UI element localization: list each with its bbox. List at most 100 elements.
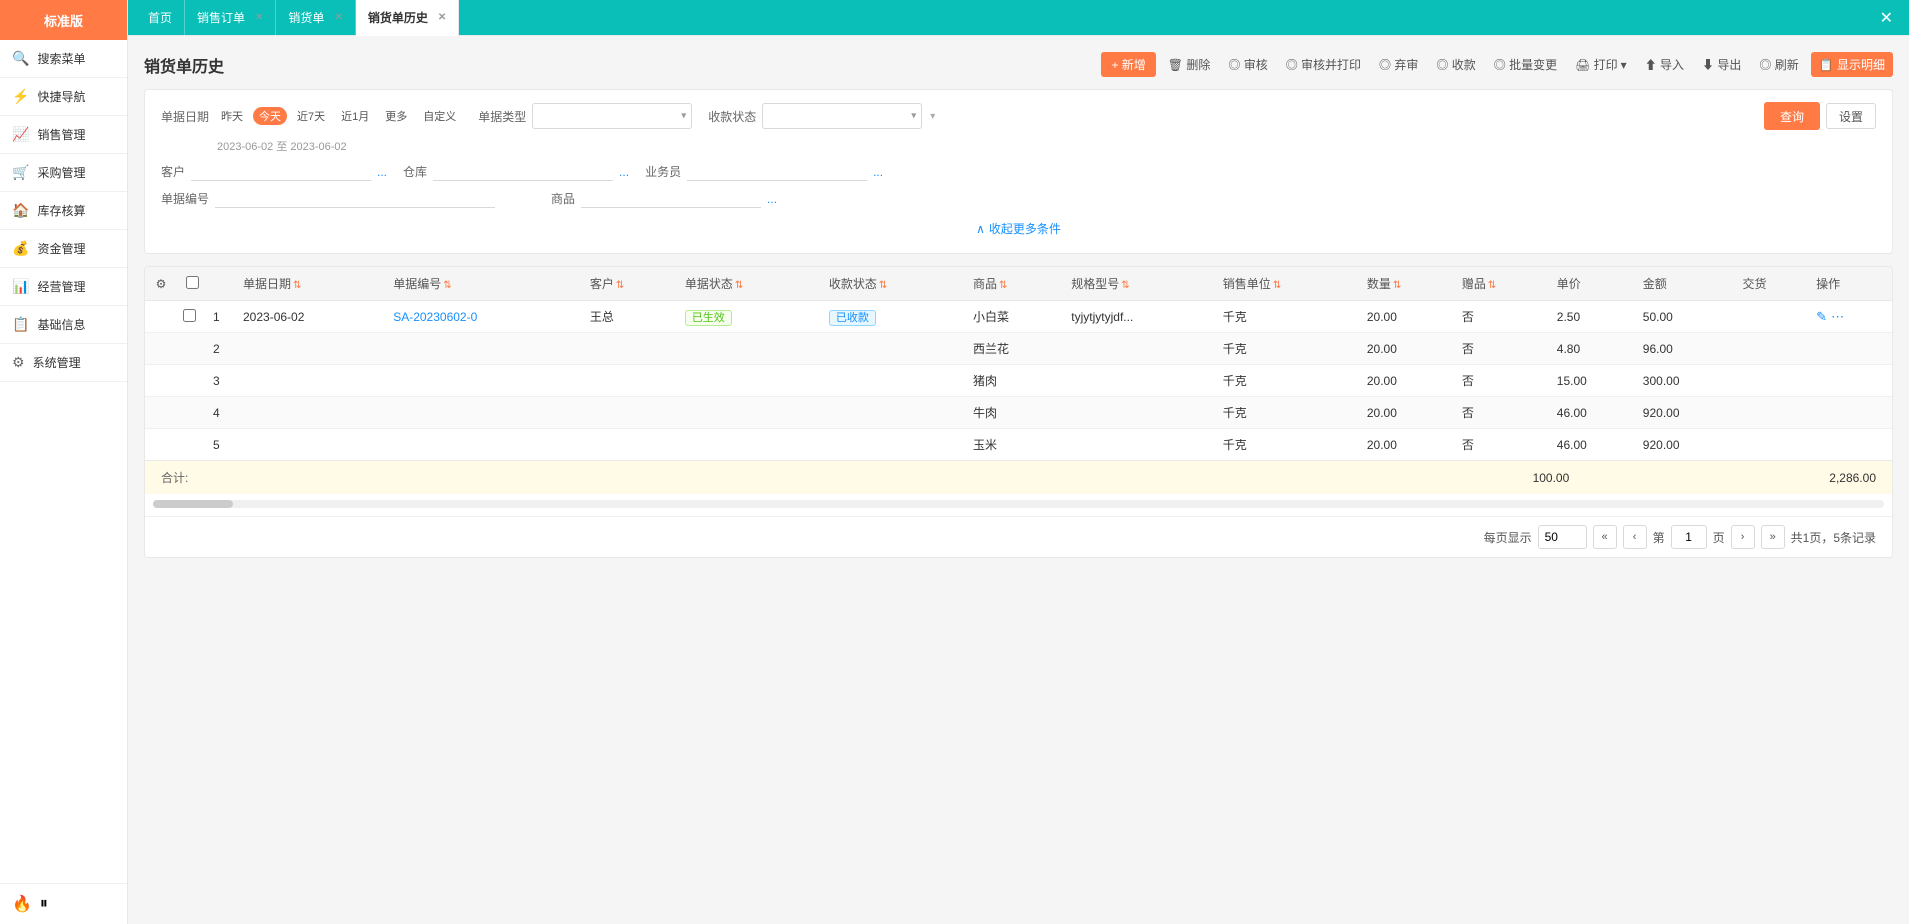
th-doc-status[interactable]: 单据状态⇅ bbox=[679, 267, 823, 301]
display-detail-button[interactable]: 📋 显示明细 bbox=[1811, 52, 1893, 77]
new-button[interactable]: + 新增 bbox=[1101, 52, 1155, 77]
close-all-tabs[interactable]: ✕ bbox=[1872, 8, 1901, 28]
first-page-button[interactable]: « bbox=[1593, 525, 1617, 549]
th-unit[interactable]: 销售单位⇅ bbox=[1217, 267, 1361, 301]
select-all-checkbox[interactable] bbox=[186, 276, 199, 289]
sidebar-item-search[interactable]: 🔍 搜索菜单 bbox=[0, 40, 127, 78]
sidebar-item-basic-info[interactable]: 📋 基础信息 bbox=[0, 306, 127, 344]
delete-button[interactable]: 🗑 删除 bbox=[1162, 53, 1217, 76]
review-print-button[interactable]: ◎ 审核并打印 bbox=[1280, 53, 1367, 76]
refresh-button[interactable]: ◎ 刷新 bbox=[1753, 53, 1804, 76]
th-collect-status[interactable]: 收款状态⇅ bbox=[823, 267, 967, 301]
cell-amount: 96.00 bbox=[1637, 333, 1737, 365]
filter-collect-status: 收款状态 ▾ bbox=[708, 103, 935, 129]
doc-num-link[interactable]: SA-20230602-0 bbox=[393, 310, 477, 324]
sidebar-item-sales[interactable]: 📈 销售管理 bbox=[0, 116, 127, 154]
cell-doc-num[interactable]: SA-20230602-0 bbox=[387, 301, 584, 333]
cell-action[interactable]: ✎⋯ bbox=[1810, 301, 1892, 333]
cell-check[interactable] bbox=[177, 333, 207, 365]
last-page-button[interactable]: » bbox=[1761, 525, 1785, 549]
collect-status-select[interactable] bbox=[762, 103, 922, 129]
doc-type-select[interactable] bbox=[532, 103, 692, 129]
sidebar-item-inventory[interactable]: 🏠 库存核算 bbox=[0, 192, 127, 230]
pause-icon[interactable]: ⏸ bbox=[40, 895, 48, 913]
sidebar: 标准版 🔍 搜索菜单 ⚡ 快捷导航 📈 销售管理 🛒 采购管理 🏠 库存核算 💰… bbox=[0, 0, 128, 924]
sidebar-item-operations[interactable]: 📊 经营管理 bbox=[0, 268, 127, 306]
date-badge-today[interactable]: 今天 bbox=[253, 107, 287, 125]
export-button[interactable]: ⬇ 导出 bbox=[1696, 53, 1747, 76]
review-button[interactable]: ◎ 审核 bbox=[1222, 53, 1273, 76]
prev-page-button[interactable]: ‹ bbox=[1623, 525, 1647, 549]
edit-icon[interactable]: ✎ bbox=[1816, 309, 1827, 325]
close-sales-order-tab[interactable]: ✕ bbox=[255, 12, 263, 23]
date-badge-custom[interactable]: 自定义 bbox=[417, 107, 462, 125]
fire-icon[interactable]: 🔥 bbox=[12, 894, 32, 914]
more-icon[interactable]: ⋯ bbox=[1831, 309, 1844, 325]
abandon-button[interactable]: ◎ 弃审 bbox=[1373, 53, 1424, 76]
th-doc-date[interactable]: 单据日期⇅ bbox=[237, 267, 387, 301]
date-badge-1month[interactable]: 近1月 bbox=[335, 107, 375, 125]
goods-dots[interactable]: ... bbox=[767, 192, 777, 206]
row-checkbox[interactable] bbox=[183, 309, 196, 322]
cell-action[interactable] bbox=[1810, 429, 1892, 461]
sidebar-item-system[interactable]: ⚙ 系统管理 bbox=[0, 344, 127, 382]
horizontal-scrollbar[interactable] bbox=[145, 494, 1892, 516]
per-page-select[interactable]: 10 20 50 100 bbox=[1538, 525, 1587, 549]
page-number-input[interactable] bbox=[1671, 525, 1707, 549]
close-sales-history-tab[interactable]: ✕ bbox=[438, 12, 446, 23]
tab-home[interactable]: 首页 bbox=[136, 0, 185, 36]
salesperson-dots[interactable]: ... bbox=[873, 165, 883, 179]
print-button[interactable]: 🖨 打印 ▾ bbox=[1569, 53, 1633, 76]
cell-goods: 猪肉 bbox=[967, 365, 1065, 397]
cell-doc-num[interactable] bbox=[387, 397, 584, 429]
goods-input[interactable] bbox=[581, 189, 761, 208]
th-gear[interactable]: ⚙ bbox=[145, 267, 177, 301]
th-doc-num[interactable]: 单据编号⇅ bbox=[387, 267, 584, 301]
date-badge-7days[interactable]: 近7天 bbox=[291, 107, 331, 125]
batch-change-button[interactable]: ◎ 批量变更 bbox=[1488, 53, 1563, 76]
next-page-button[interactable]: › bbox=[1731, 525, 1755, 549]
salesperson-input[interactable] bbox=[687, 162, 867, 181]
filter-collapse[interactable]: ∧ 收起更多条件 bbox=[161, 216, 1876, 241]
cell-action[interactable] bbox=[1810, 397, 1892, 429]
cell-check[interactable] bbox=[177, 301, 207, 333]
cell-check[interactable] bbox=[177, 429, 207, 461]
customer-dots[interactable]: ... bbox=[377, 165, 387, 179]
set-button[interactable]: 设置 bbox=[1826, 103, 1876, 129]
cell-check[interactable] bbox=[177, 365, 207, 397]
tab-sales-goods[interactable]: 销货单 ✕ bbox=[276, 0, 355, 36]
sidebar-item-quick-nav[interactable]: ⚡ 快捷导航 bbox=[0, 78, 127, 116]
query-button[interactable]: 查询 bbox=[1764, 102, 1820, 130]
th-customer[interactable]: 客户⇅ bbox=[584, 267, 679, 301]
close-sales-goods-tab[interactable]: ✕ bbox=[334, 12, 342, 23]
th-spec[interactable]: 规格型号⇅ bbox=[1065, 267, 1216, 301]
import-button[interactable]: ⬆ 导入 bbox=[1639, 53, 1690, 76]
pagination: 每页显示 10 20 50 100 « ‹ 第 页 › » 共1页，5条记录 bbox=[145, 516, 1892, 557]
date-label: 单据日期 bbox=[161, 108, 209, 125]
th-qty[interactable]: 数量⇅ bbox=[1361, 267, 1456, 301]
cell-customer bbox=[584, 429, 679, 461]
cell-doc-num[interactable] bbox=[387, 333, 584, 365]
th-check[interactable] bbox=[177, 267, 207, 301]
tab-sales-order[interactable]: 销售订单 ✕ bbox=[185, 0, 276, 36]
page-title: 销货单历史 bbox=[144, 53, 224, 77]
sidebar-item-finance[interactable]: 💰 资金管理 bbox=[0, 230, 127, 268]
warehouse-dots[interactable]: ... bbox=[619, 165, 629, 179]
cell-qty: 20.00 bbox=[1361, 365, 1456, 397]
warehouse-input[interactable] bbox=[433, 162, 613, 181]
customer-input[interactable] bbox=[191, 162, 371, 181]
cell-doc-num[interactable] bbox=[387, 365, 584, 397]
th-goods[interactable]: 商品⇅ bbox=[967, 267, 1065, 301]
cell-goods: 小白菜 bbox=[967, 301, 1065, 333]
cell-doc-num[interactable] bbox=[387, 429, 584, 461]
doc-num-input[interactable] bbox=[215, 189, 495, 208]
sidebar-item-purchase[interactable]: 🛒 采购管理 bbox=[0, 154, 127, 192]
collect-button[interactable]: ◎ 收款 bbox=[1430, 53, 1481, 76]
cell-action[interactable] bbox=[1810, 333, 1892, 365]
th-gift[interactable]: 赠品⇅ bbox=[1456, 267, 1551, 301]
date-badge-yesterday[interactable]: 昨天 bbox=[215, 107, 249, 125]
tab-sales-history[interactable]: 销货单历史 ✕ bbox=[356, 0, 459, 36]
cell-action[interactable] bbox=[1810, 365, 1892, 397]
date-badge-more[interactable]: 更多 bbox=[379, 107, 413, 125]
cell-check[interactable] bbox=[177, 397, 207, 429]
